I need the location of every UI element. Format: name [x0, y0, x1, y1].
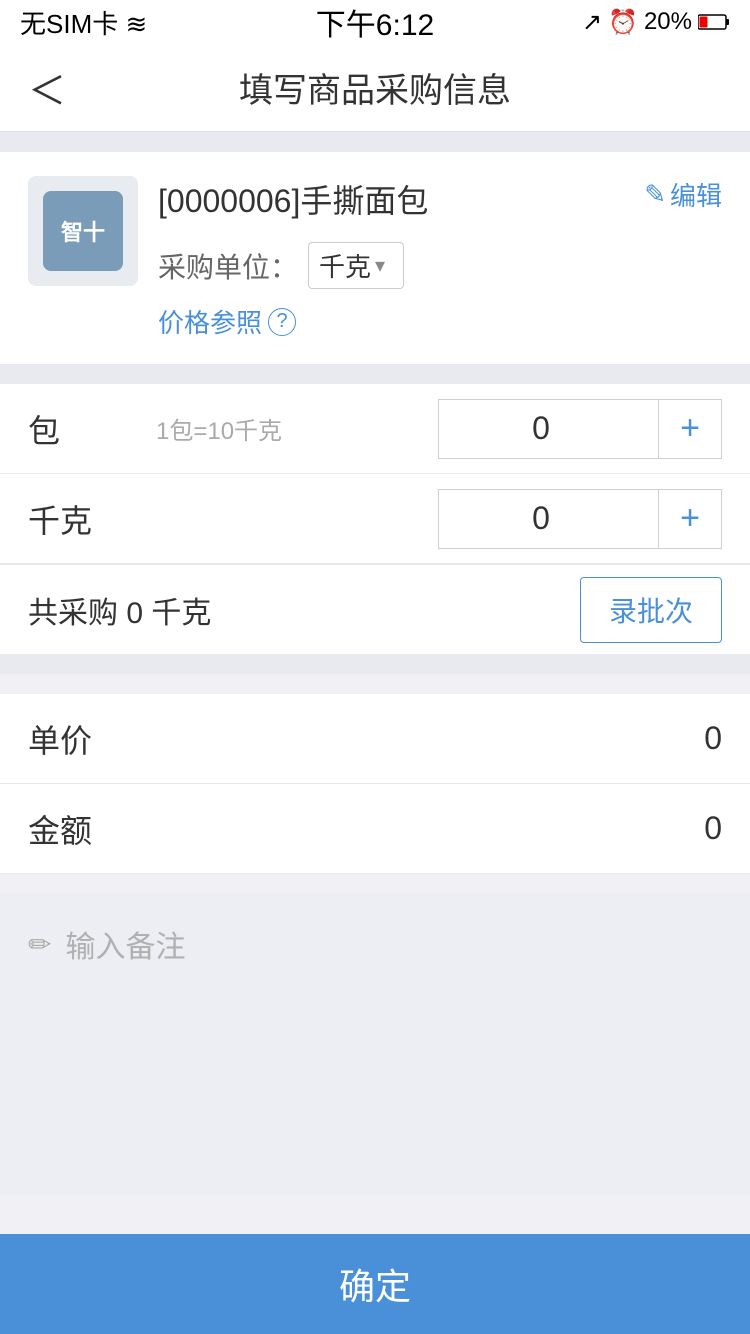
confirm-button[interactable]: 确定 [0, 1234, 750, 1334]
product-unit-row: 采购单位： 千克 ▾ [158, 242, 722, 289]
unit-price-label: 单价 [28, 716, 92, 762]
edit-icon: ✎ [644, 179, 666, 210]
page-title: 填写商品采购信息 [239, 63, 511, 112]
price-section: 单价 0 金额 0 [0, 694, 750, 874]
amount-label: 金额 [28, 806, 92, 852]
kg-input-group: + [438, 489, 722, 549]
edit-link[interactable]: ✎ 编辑 [644, 176, 722, 213]
status-bar: 无SIM卡 ≋ 下午6:12 ↗ ⏰ 20% [0, 0, 750, 44]
product-name: [0000006]手撕面包 [158, 176, 722, 222]
kg-label: 千克 [28, 496, 148, 542]
pencil-icon: ✏ [28, 928, 51, 961]
kg-plus-button[interactable]: + [658, 489, 722, 549]
product-image: 智十 [28, 176, 138, 286]
batch-button[interactable]: 录批次 [580, 577, 722, 643]
price-ref-link[interactable]: 价格参照 ? [158, 303, 722, 340]
pack-quantity-input[interactable] [438, 399, 658, 459]
content-fill [0, 994, 750, 1194]
separator-price [0, 654, 750, 674]
unit-price-value: 0 [704, 720, 722, 757]
kg-quantity-input[interactable] [438, 489, 658, 549]
pack-input-group: + [438, 399, 722, 459]
separator-top [0, 132, 750, 152]
product-card: 智十 [0000006]手撕面包 采购单位： 千克 ▾ 价格参照 ? [0, 152, 750, 364]
input-section: 包 1包=10千克 + 千克 + 共采购 0 千克 录批次 [0, 384, 750, 654]
unit-select[interactable]: 千克 ▾ [308, 242, 404, 289]
summary-text: 共采购 0 千克 [28, 588, 211, 632]
amount-value: 0 [704, 810, 722, 847]
price-ref-label: 价格参照 [158, 303, 262, 340]
help-icon[interactable]: ? [268, 308, 296, 336]
unit-price-row: 单价 0 [0, 694, 750, 784]
summary-row: 共采购 0 千克 录批次 [0, 564, 750, 654]
battery-percent: 20% [644, 8, 692, 36]
carrier-wifi: 无SIM卡 ≋ [20, 4, 147, 41]
pack-row: 包 1包=10千克 + [0, 384, 750, 474]
nav-bar: ＜ 填写商品采购信息 [0, 44, 750, 132]
alarm-icon: ⏰ [608, 8, 638, 37]
kg-row: 千克 + [0, 474, 750, 564]
logo-text: 智十 [61, 215, 105, 247]
status-right: ↗ ⏰ 20% [582, 8, 730, 37]
product-logo: 智十 [43, 191, 123, 271]
location-icon: ↗ [582, 8, 602, 37]
unit-value: 千克 [319, 247, 371, 284]
pack-label: 包 [28, 406, 148, 452]
time-display: 下午6:12 [316, 0, 434, 44]
note-section[interactable]: ✏ 输入备注 [0, 894, 750, 994]
product-info: [0000006]手撕面包 采购单位： 千克 ▾ 价格参照 ? [158, 176, 722, 340]
pack-sublabel: 1包=10千克 [156, 411, 282, 446]
unit-label: 采购单位： [158, 246, 298, 286]
separator-mid [0, 364, 750, 384]
back-button[interactable]: ＜ [28, 60, 66, 115]
note-placeholder: 输入备注 [65, 922, 185, 966]
edit-label: 编辑 [670, 176, 722, 213]
amount-row: 金额 0 [0, 784, 750, 874]
dropdown-arrow-icon: ▾ [375, 253, 385, 278]
battery-icon [698, 14, 730, 30]
pack-plus-button[interactable]: + [658, 399, 722, 459]
